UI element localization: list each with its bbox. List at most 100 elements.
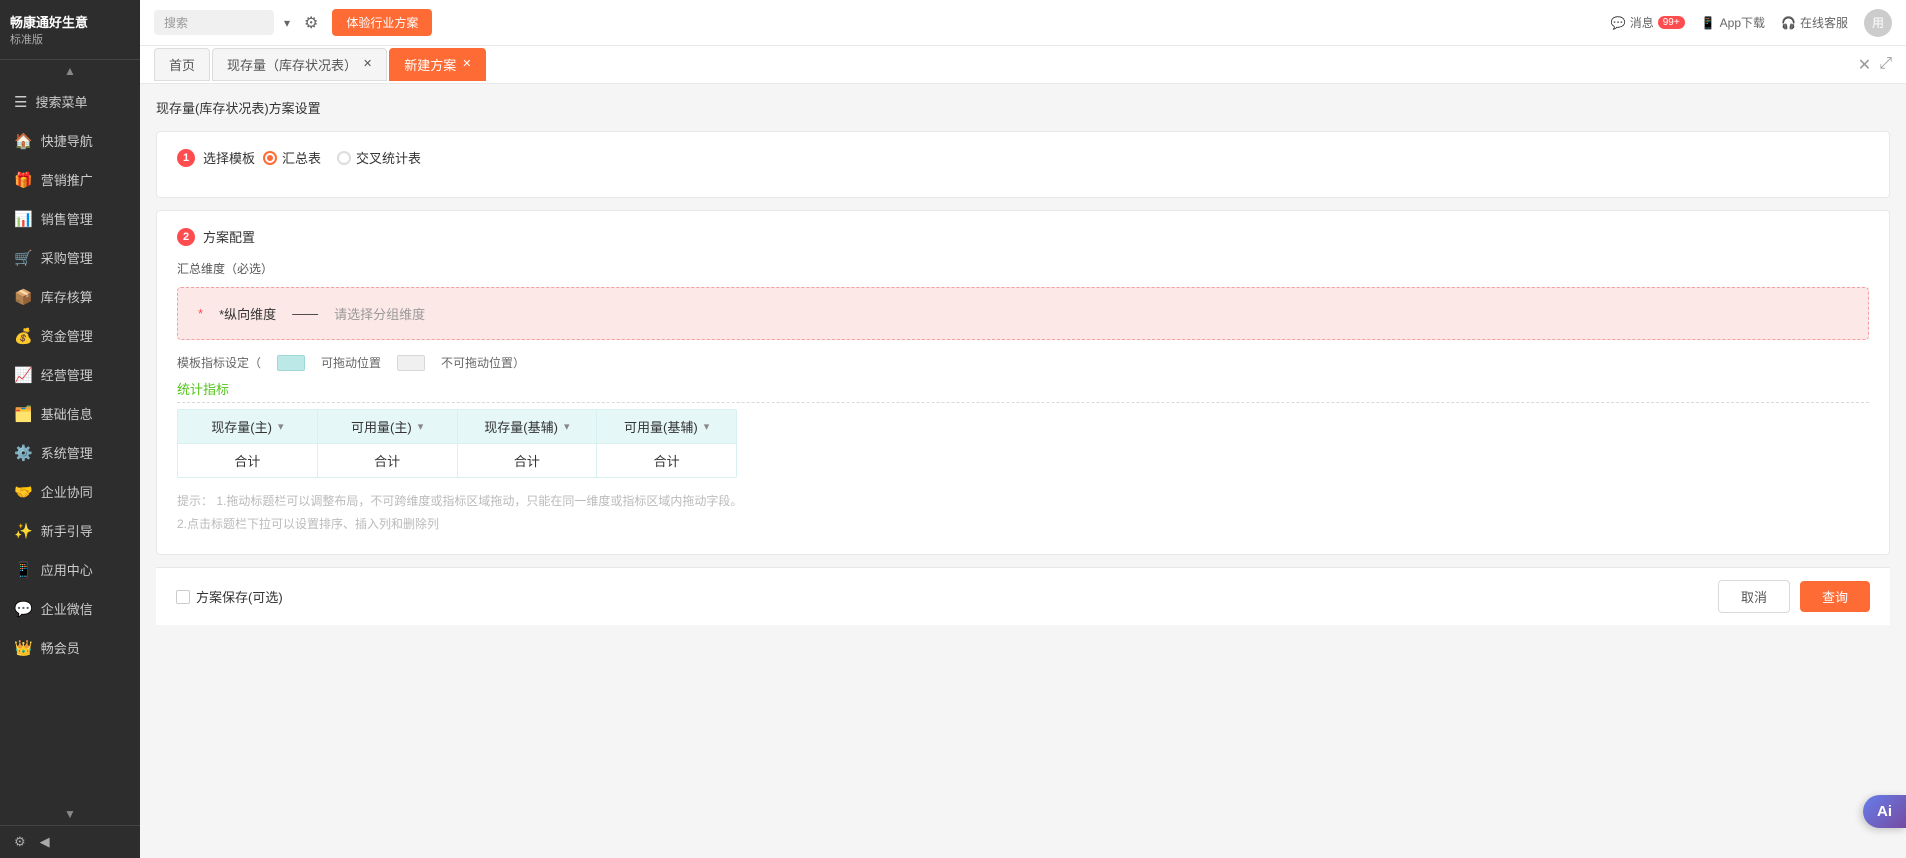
operations-icon: 📈 [14,366,33,384]
dimension-placeholder[interactable]: 请选择分组维度 [334,304,425,323]
template-radio-group: 汇总表 交叉统计表 [263,148,421,167]
sidebar-item-quick-nav[interactable]: 🏠 快捷导航 [0,121,140,160]
sidebar-item-label: 经营管理 [41,365,93,384]
search-menu-icon: ☰ [14,93,27,111]
sidebar-item-label: 搜索菜单 [35,92,87,111]
sidebar-item-label: 系统管理 [41,443,93,462]
phone-icon: 📱 [1701,16,1716,30]
headset-icon: 🎧 [1781,16,1796,30]
tab-home-label: 首页 [169,55,195,74]
tab-new-plan-label: 新建方案 [404,55,456,74]
sidebar-item-inventory[interactable]: 📦 库存核算 [0,277,140,316]
app-download-label: App下载 [1720,14,1765,31]
tab-inventory[interactable]: 现存量（库存状况表） ✕ [212,48,387,81]
scroll-down-arrow[interactable]: ▼ [0,803,140,825]
stats-col-header-2[interactable]: 现存量(基辅) ▾ [458,410,597,444]
customer-service-item[interactable]: 🎧 在线客服 [1781,14,1848,31]
col-header-label-0: 现存量(主) [211,417,272,436]
sidebar-item-search-menu[interactable]: ☰ 搜索菜单 [0,82,140,121]
stats-col-header-3[interactable]: 可用量(基辅) ▾ [597,410,736,444]
dimension-box: * *纵向维度 —— 请选择分组维度 [177,287,1869,340]
sidebar-item-label: 企业微信 [41,599,93,618]
sidebar-item-label: 快捷导航 [41,131,93,150]
topbar-dropdown[interactable]: ▾ [284,16,290,30]
expand-icon[interactable]: ⤢ [1879,55,1892,75]
sidebar-item-finance[interactable]: 💰 资金管理 [0,316,140,355]
stats-col-1: 可用量(主) ▾ [318,410,458,444]
system-icon: ⚙️ [14,444,33,462]
sidebar-item-label: 畅会员 [41,638,80,657]
stats-body-col-0: 合计 [178,444,318,477]
save-checkbox-box [176,590,190,604]
radio-summary[interactable]: 汇总表 [263,148,321,167]
radio-cross[interactable]: 交叉统计表 [337,148,421,167]
section2-num: 2 [177,228,195,246]
member-icon: 👑 [14,639,33,657]
section1-num: 1 [177,149,195,167]
stats-col-0: 现存量(主) ▾ [178,410,318,444]
sidebar-item-purchase[interactable]: 🛒 采购管理 [0,238,140,277]
col-chevron-3: ▾ [704,420,710,433]
stats-col-header-0[interactable]: 现存量(主) ▾ [178,410,317,444]
sidebar-item-system[interactable]: ⚙️ 系统管理 [0,433,140,472]
sidebar-item-basic-info[interactable]: 🗂️ 基础信息 [0,394,140,433]
radio-cross-dot [337,151,351,165]
dimension-dash: —— [292,306,318,321]
tab-home[interactable]: 首页 [154,48,210,81]
section1-title: 选择模板 [203,148,255,167]
sidebar-item-marketing[interactable]: 🎁 营销推广 [0,160,140,199]
section2-header: 2 方案配置 [177,227,1869,246]
radio-summary-dot [263,151,277,165]
sidebar-item-label: 应用中心 [41,560,93,579]
stats-body-cell-0: 合计 [178,444,317,477]
ai-float-button[interactable]: Ai [1863,795,1906,828]
tabs-expand: ✕ ⤢ [1858,55,1892,75]
footer-section: 方案保存(可选) 取消 查询 [156,567,1890,625]
draggable-label: 可拖动位置 [321,354,381,371]
search-box[interactable]: 搜索 [154,10,274,35]
sidebar-item-operations[interactable]: 📈 经营管理 [0,355,140,394]
section1-header: 1 选择模板 汇总表 交叉统计表 [177,148,1869,167]
bottom-settings-icon[interactable]: ⚙ [14,834,26,850]
tab-new-plan-close-icon[interactable]: ✕ [462,59,471,70]
radio-summary-label: 汇总表 [282,148,321,167]
sidebar-item-label: 新手引导 [41,521,93,540]
save-checkbox[interactable]: 方案保存(可选) [176,587,283,606]
sales-icon: 📊 [14,210,33,228]
stats-body-cell-3: 合计 [597,444,736,477]
indicator-label-text: 模板指标设定（ [177,354,261,371]
query-button[interactable]: 查询 [1800,581,1870,612]
scroll-up-arrow[interactable]: ▲ [0,60,140,82]
app-center-icon: 📱 [14,561,33,579]
app-download-item[interactable]: 📱 App下载 [1701,14,1765,31]
sidebar-item-weixin[interactable]: 💬 企业微信 [0,589,140,628]
topbar-settings-icon[interactable]: ⚙ [304,13,318,33]
message-icon: 💬 [1611,16,1626,30]
user-avatar[interactable]: 用 [1864,9,1892,37]
stats-col-2: 现存量(基辅) ▾ [458,410,598,444]
stats-table: 现存量(主) ▾ 可用量(主) ▾ 现存量(基辅 [177,409,737,478]
message-item[interactable]: 💬 消息 99+ [1611,14,1685,31]
bottom-collapse-icon[interactable]: ◀ [40,834,50,850]
stats-col-header-1[interactable]: 可用量(主) ▾ [318,410,457,444]
sidebar-item-app-center[interactable]: 📱 应用中心 [0,550,140,589]
section1-card: 1 选择模板 汇总表 交叉统计表 [156,131,1890,198]
cancel-button[interactable]: 取消 [1718,580,1790,613]
sidebar-item-sales[interactable]: 📊 销售管理 [0,199,140,238]
tips-section: 提示： 1.拖动标题栏可以调整布局，不可跨维度或指标区域拖动，只能在同一维度或指… [177,492,1869,534]
message-badge: 99+ [1658,16,1685,29]
sidebar-item-enterprise[interactable]: 🤝 企业协同 [0,472,140,511]
close-window-icon[interactable]: ✕ [1858,55,1871,75]
stats-table-body: 合计 合计 合计 合计 [178,444,736,477]
col-header-label-2: 现存量(基辅) [484,417,558,436]
tab-inventory-close-icon[interactable]: ✕ [363,59,372,70]
col-chevron-2: ▾ [564,420,570,433]
dimension-required-star: * [198,306,203,321]
finance-icon: 💰 [14,327,33,345]
trial-btn[interactable]: 体验行业方案 [332,9,432,36]
sidebar-item-label: 企业协同 [41,482,93,501]
sidebar-item-guide[interactable]: ✨ 新手引导 [0,511,140,550]
quick-nav-icon: 🏠 [14,132,33,150]
sidebar-item-member[interactable]: 👑 畅会员 [0,628,140,667]
tab-new-plan[interactable]: 新建方案 ✕ [389,48,486,81]
